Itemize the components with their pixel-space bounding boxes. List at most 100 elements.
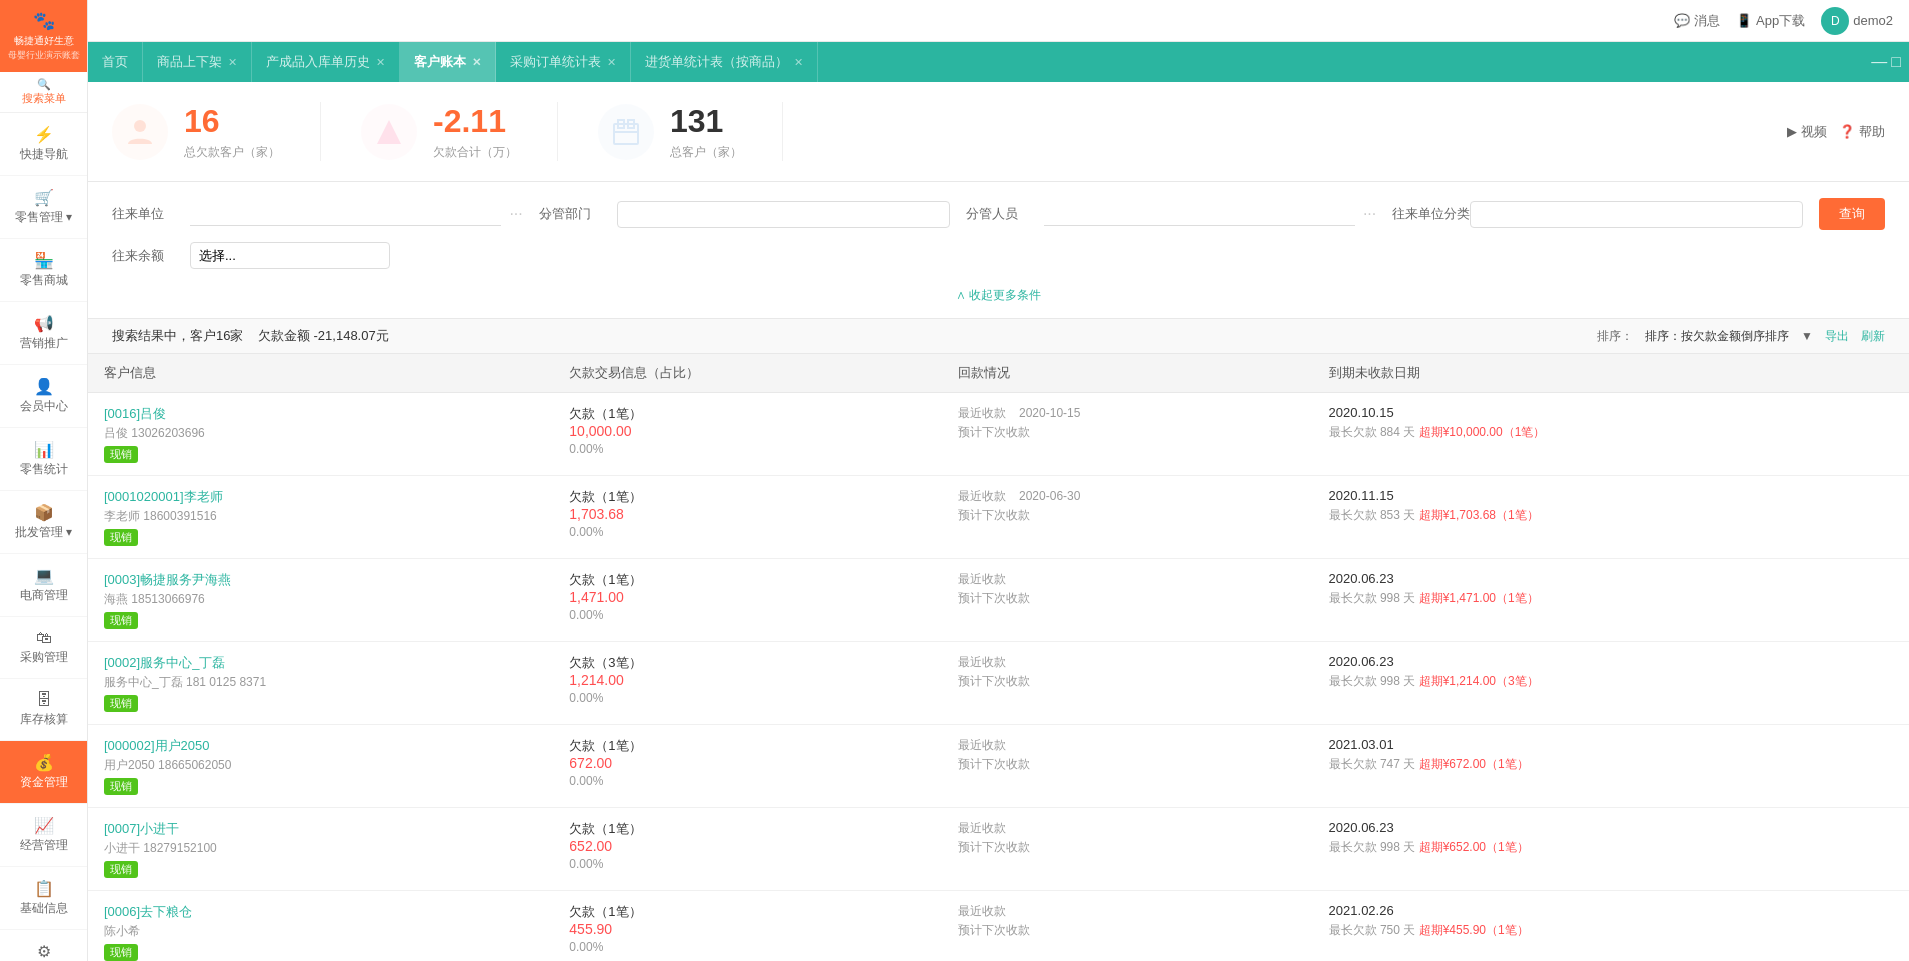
- supplier-dots[interactable]: ···: [509, 205, 522, 223]
- filter-collapse-btn[interactable]: ∧ 收起更多条件: [112, 281, 1885, 310]
- debt-count: 欠款（1笔）: [569, 904, 641, 919]
- overdue-link[interactable]: 超期¥672.00（1笔）: [1419, 757, 1529, 771]
- sidebar-item-system[interactable]: ⚙系统管理: [0, 930, 87, 961]
- recovery-cell: 最近收款 预计下次收款: [942, 725, 1313, 808]
- tab-purchase-order[interactable]: 采购订单统计表✕: [496, 42, 631, 82]
- customer-name[interactable]: [0016]吕俊: [104, 405, 537, 423]
- tab-close-customer-account[interactable]: ✕: [472, 56, 481, 69]
- tab-home[interactable]: 首页: [88, 42, 143, 82]
- tab-close-product-shelf[interactable]: ✕: [228, 56, 237, 69]
- sidebar-item-basic-info[interactable]: 📋基础信息: [0, 867, 87, 930]
- sidebar-item-purchase[interactable]: 🛍采购管理: [0, 617, 87, 679]
- maximize-icon[interactable]: □: [1891, 53, 1901, 71]
- table-row[interactable]: [0016]吕俊 吕俊 13026203696 现销 欠款（1笔） 10,000…: [88, 393, 1909, 476]
- table-row[interactable]: [0006]去下粮仓 陈小希 现销 欠款（1笔） 455.90 0.00% 最近…: [88, 891, 1909, 961]
- total-customers-icon: [598, 104, 654, 160]
- customer-phone: 吕俊 13026203696: [104, 425, 537, 442]
- customer-table: 客户信息 欠款交易信息（占比） 回款情况 到期未收款日期 [0016]吕俊 吕俊…: [88, 354, 1909, 961]
- debt-amount: 1,471.00: [569, 589, 925, 605]
- overdue-days: 最长欠款 998 天 超期¥1,214.00（3笔）: [1329, 673, 1893, 690]
- customer-name[interactable]: [0007]小进干: [104, 820, 537, 838]
- minimize-icon[interactable]: —: [1871, 53, 1887, 71]
- sidebar-item-marketing[interactable]: 📢营销推广: [0, 302, 87, 365]
- message-btn[interactable]: 💬 消息: [1674, 12, 1720, 30]
- debt-pct: 0.00%: [569, 442, 603, 456]
- customer-tag: 现销: [104, 529, 138, 546]
- debt-info-cell: 欠款（1笔） 652.00 0.00%: [553, 808, 941, 891]
- table-row[interactable]: [0003]畅捷服务尹海燕 海燕 18513066976 现销 欠款（1笔） 1…: [88, 559, 1909, 642]
- tabs-bar: 首页商品上下架✕产成品入库单历史✕客户账本✕采购订单统计表✕进货单统计表（按商品…: [88, 42, 1909, 82]
- person-input[interactable]: [1044, 202, 1355, 226]
- debt-amount-label: 欠款合计（万）: [433, 144, 517, 161]
- logo-text: 畅捷通好生意: [6, 34, 81, 47]
- tab-close-purchase-stats[interactable]: ✕: [794, 56, 803, 69]
- sidebar-item-retail-mall[interactable]: 🏪零售商城: [0, 239, 87, 302]
- overdue-link[interactable]: 超期¥1,471.00（1笔）: [1419, 591, 1539, 605]
- dept-select[interactable]: [617, 201, 950, 228]
- customer-name[interactable]: [000002]用户2050: [104, 737, 537, 755]
- customer-name[interactable]: [0002]服务中心_丁磊: [104, 654, 537, 672]
- tab-product-history[interactable]: 产成品入库单历史✕: [252, 42, 400, 82]
- sidebar-item-ecommerce[interactable]: 💻电商管理: [0, 554, 87, 617]
- quick-nav-icon: ⚡: [6, 125, 81, 144]
- due-date: 2020.06.23: [1329, 820, 1893, 835]
- debt-count: 欠款（1笔）: [569, 489, 641, 504]
- person-dots[interactable]: ···: [1363, 205, 1376, 223]
- sidebar-item-inventory[interactable]: 🗄库存核算: [0, 679, 87, 741]
- tab-purchase-stats[interactable]: 进货单统计表（按商品）✕: [631, 42, 818, 82]
- customer-name[interactable]: [0003]畅捷服务尹海燕: [104, 571, 537, 589]
- search-label: 搜索菜单: [6, 91, 81, 106]
- help-btn[interactable]: ❓ 帮助: [1839, 123, 1885, 141]
- overdue-link[interactable]: 超期¥1,214.00（3笔）: [1419, 674, 1539, 688]
- table-row[interactable]: [0002]服务中心_丁磊 服务中心_丁磊 181 0125 8371 现销 欠…: [88, 642, 1909, 725]
- search-button[interactable]: 查询: [1819, 198, 1885, 230]
- due-date: 2020.10.15: [1329, 405, 1893, 420]
- sidebar-search[interactable]: 🔍 搜索菜单: [0, 72, 87, 113]
- sidebar-item-batch-mgmt[interactable]: 📦批发管理 ▾: [0, 491, 87, 554]
- debt-customers-icon: [112, 104, 168, 160]
- top-nav: 💬 消息 📱 App下载 D demo2: [88, 0, 1909, 42]
- sidebar-logo[interactable]: 🐾 畅捷通好生意 母婴行业演示账套: [0, 0, 87, 72]
- refresh-btn[interactable]: 刷新: [1861, 328, 1885, 345]
- table-row[interactable]: [0007]小进干 小进干 18279152100 现销 欠款（1笔） 652.…: [88, 808, 1909, 891]
- tab-customer-account[interactable]: 客户账本✕: [400, 42, 496, 82]
- debt-customers-info: 16 总欠款客户（家）: [184, 102, 280, 161]
- table-row[interactable]: [000002]用户2050 用户2050 18665062050 现销 欠款（…: [88, 725, 1909, 808]
- app-download-btn[interactable]: 📱 App下载: [1736, 12, 1805, 30]
- balance-select[interactable]: 选择...: [190, 242, 390, 269]
- overdue-days: 最长欠款 853 天 超期¥1,703.68（1笔）: [1329, 507, 1893, 524]
- sidebar-item-retail-mgmt[interactable]: 🛒零售管理 ▾: [0, 176, 87, 239]
- sort-value[interactable]: 排序：按欠款金额倒序排序: [1645, 328, 1789, 345]
- tab-product-shelf[interactable]: 商品上下架✕: [143, 42, 252, 82]
- sidebar-item-retail-stats[interactable]: 📊零售统计: [0, 428, 87, 491]
- overdue-link[interactable]: 超期¥652.00（1笔）: [1419, 840, 1529, 854]
- customer-name[interactable]: [0001020001]李老师: [104, 488, 537, 506]
- table-body: [0016]吕俊 吕俊 13026203696 现销 欠款（1笔） 10,000…: [88, 393, 1909, 961]
- stats-bar: 16 总欠款客户（家） -2.11 欠款合计（万） 131 总客户（家）: [88, 82, 1909, 182]
- user-avatar[interactable]: D demo2: [1821, 7, 1893, 35]
- svg-marker-1: [377, 120, 401, 144]
- debt-info-cell: 欠款（1笔） 455.90 0.00%: [553, 891, 941, 961]
- table-row[interactable]: [0001020001]李老师 李老师 18600391516 现销 欠款（1笔…: [88, 476, 1909, 559]
- view-btn[interactable]: ▶ 视频: [1787, 123, 1827, 141]
- overdue-link[interactable]: 超期¥1,703.68（1笔）: [1419, 508, 1539, 522]
- debt-amount: 10,000.00: [569, 423, 925, 439]
- overdue-days: 最长欠款 884 天 超期¥10,000.00（1笔）: [1329, 424, 1893, 441]
- supplier-input[interactable]: [190, 202, 501, 226]
- app-icon: 📱: [1736, 13, 1752, 28]
- debt-amount: 1,703.68: [569, 506, 925, 522]
- sidebar-item-member-center[interactable]: 👤会员中心: [0, 365, 87, 428]
- overdue-link[interactable]: 超期¥455.90（1笔）: [1419, 923, 1529, 937]
- tab-close-purchase-order[interactable]: ✕: [607, 56, 616, 69]
- customer-name[interactable]: [0006]去下粮仓: [104, 903, 537, 921]
- export-btn[interactable]: 导出: [1825, 328, 1849, 345]
- sidebar-item-quick-nav[interactable]: ⚡快捷导航: [0, 113, 87, 176]
- customer-info-cell: [0006]去下粮仓 陈小希 现销: [88, 891, 553, 961]
- tab-close-product-history[interactable]: ✕: [376, 56, 385, 69]
- sidebar-item-capital[interactable]: 💰资金管理: [0, 741, 87, 804]
- retail-mall-icon: 🏪: [6, 251, 81, 270]
- category-select[interactable]: [1470, 201, 1803, 228]
- sidebar-item-operations[interactable]: 📈经营管理: [0, 804, 87, 867]
- sidebar: 🐾 畅捷通好生意 母婴行业演示账套 🔍 搜索菜单 ⚡快捷导航🛒零售管理 ▾🏪零售…: [0, 0, 88, 961]
- overdue-link[interactable]: 超期¥10,000.00（1笔）: [1419, 425, 1546, 439]
